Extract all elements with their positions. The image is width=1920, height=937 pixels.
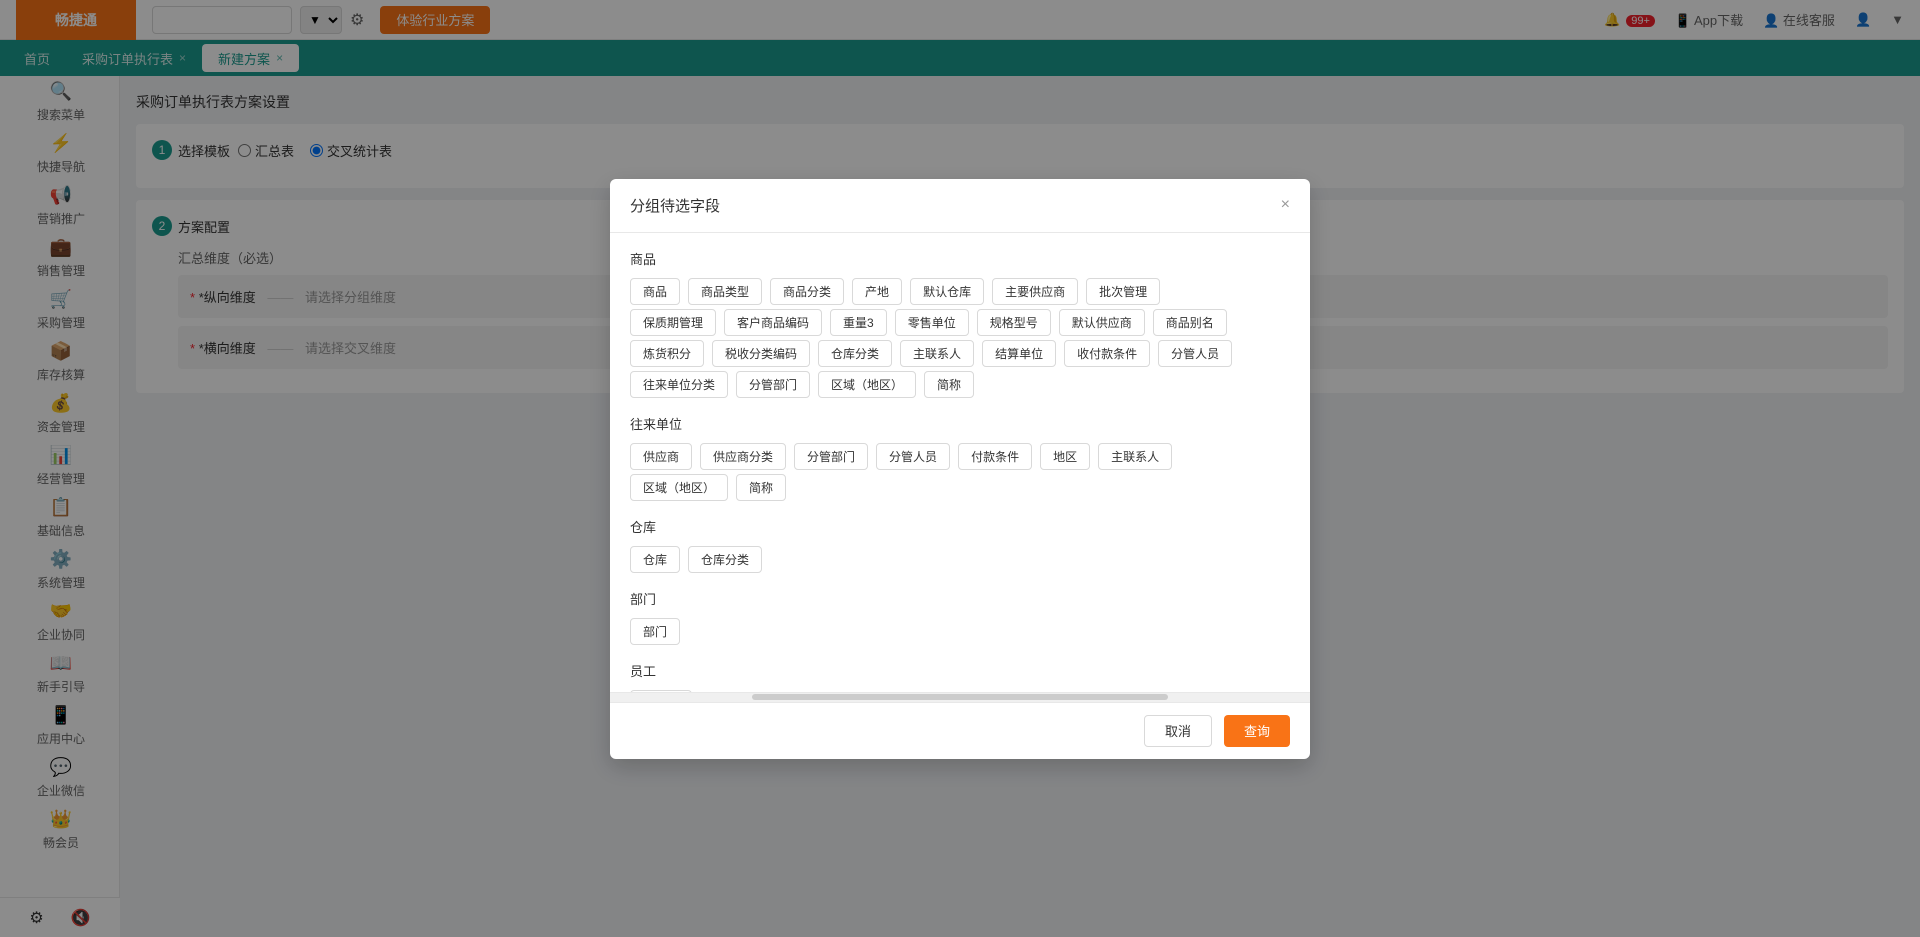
field-tag[interactable]: 简称 (736, 474, 786, 501)
field-tag[interactable]: 往来单位分类 (630, 371, 728, 398)
field-tag[interactable]: 默认仓库 (910, 278, 984, 305)
field-tag[interactable]: 区域（地区） (630, 474, 728, 501)
field-tag[interactable]: 仓库分类 (818, 340, 892, 367)
field-tag[interactable]: 保质期管理 (630, 309, 716, 336)
section-title-dept: 部门 (630, 589, 1290, 608)
field-tag[interactable]: 简称 (924, 371, 974, 398)
modal-hscroll[interactable] (610, 692, 1310, 701)
field-select-modal: 分组待选字段 × 商品 商品 商品类型 商品分类 产地 默认仓库 主要供应商 批… (610, 179, 1310, 759)
fields-goods-4: 往来单位分类 分管部门 区域（地区） 简称 (630, 371, 1290, 398)
field-tag[interactable]: 分管人员 (1158, 340, 1232, 367)
field-tag[interactable]: 重量3 (830, 309, 887, 336)
field-tag[interactable]: 商品分类 (770, 278, 844, 305)
section-title-warehouse: 仓库 (630, 517, 1290, 536)
field-tag[interactable]: 地区 (1040, 443, 1090, 470)
section-title-partner: 往来单位 (630, 414, 1290, 433)
field-tag[interactable]: 主联系人 (900, 340, 974, 367)
field-tag[interactable]: 客户商品编码 (724, 309, 822, 336)
fields-partner: 供应商 供应商分类 分管部门 分管人员 付款条件 地区 主联系人 (630, 443, 1290, 470)
field-tag[interactable]: 商品 (630, 278, 680, 305)
modal-footer: 取消 查询 (610, 702, 1310, 759)
field-tag[interactable]: 批次管理 (1086, 278, 1160, 305)
field-tag[interactable]: 规格型号 (977, 309, 1051, 336)
field-tag[interactable]: 收付款条件 (1064, 340, 1150, 367)
field-tag[interactable]: 付款条件 (958, 443, 1032, 470)
fields-warehouse: 仓库 仓库分类 (630, 546, 1290, 573)
modal-body: 商品 商品 商品类型 商品分类 产地 默认仓库 主要供应商 批次管理 保质期管理… (610, 233, 1310, 693)
field-tag[interactable]: 默认供应商 (1059, 309, 1145, 336)
field-tag[interactable]: 供应商 (630, 443, 692, 470)
field-tag[interactable]: 供应商分类 (700, 443, 786, 470)
modal-close-btn[interactable]: × (1281, 197, 1290, 213)
confirm-button[interactable]: 查询 (1224, 715, 1290, 747)
field-tag[interactable]: 仓库分类 (688, 546, 762, 573)
fields-goods: 商品 商品类型 商品分类 产地 默认仓库 主要供应商 批次管理 (630, 278, 1290, 305)
field-tag[interactable]: 分管部门 (736, 371, 810, 398)
section-title-staff: 员工 (630, 661, 1290, 680)
fields-dept: 部门 (630, 618, 1290, 645)
field-tag[interactable]: 税收分类编码 (712, 340, 810, 367)
field-tag[interactable]: 分管人员 (876, 443, 950, 470)
field-tag[interactable]: 产地 (852, 278, 902, 305)
cancel-button[interactable]: 取消 (1144, 715, 1212, 747)
field-tag[interactable]: 分管部门 (794, 443, 868, 470)
modal-header: 分组待选字段 × (610, 179, 1310, 233)
fields-goods-3: 炼货积分 税收分类编码 仓库分类 主联系人 结算单位 收付款条件 分管人员 (630, 340, 1290, 367)
field-tag[interactable]: 区域（地区） (818, 371, 916, 398)
field-tag[interactable]: 零售单位 (895, 309, 969, 336)
field-tag[interactable]: 商品类型 (688, 278, 762, 305)
field-tag[interactable]: 商品别名 (1153, 309, 1227, 336)
hscroll-thumb (752, 694, 1167, 700)
field-tag[interactable]: 部门 (630, 618, 680, 645)
modal-overlay[interactable]: 分组待选字段 × 商品 商品 商品类型 商品分类 产地 默认仓库 主要供应商 批… (0, 0, 1920, 937)
field-tag[interactable]: 主联系人 (1098, 443, 1172, 470)
field-tag[interactable]: 仓库 (630, 546, 680, 573)
field-tag[interactable]: 主要供应商 (992, 278, 1078, 305)
field-tag[interactable]: 炼货积分 (630, 340, 704, 367)
modal-title: 分组待选字段 (630, 195, 720, 216)
field-tag[interactable]: 结算单位 (982, 340, 1056, 367)
fields-goods-2: 保质期管理 客户商品编码 重量3 零售单位 规格型号 默认供应商 商品别名 (630, 309, 1290, 336)
fields-partner-2: 区域（地区） 简称 (630, 474, 1290, 501)
section-title-goods: 商品 (630, 249, 1290, 268)
